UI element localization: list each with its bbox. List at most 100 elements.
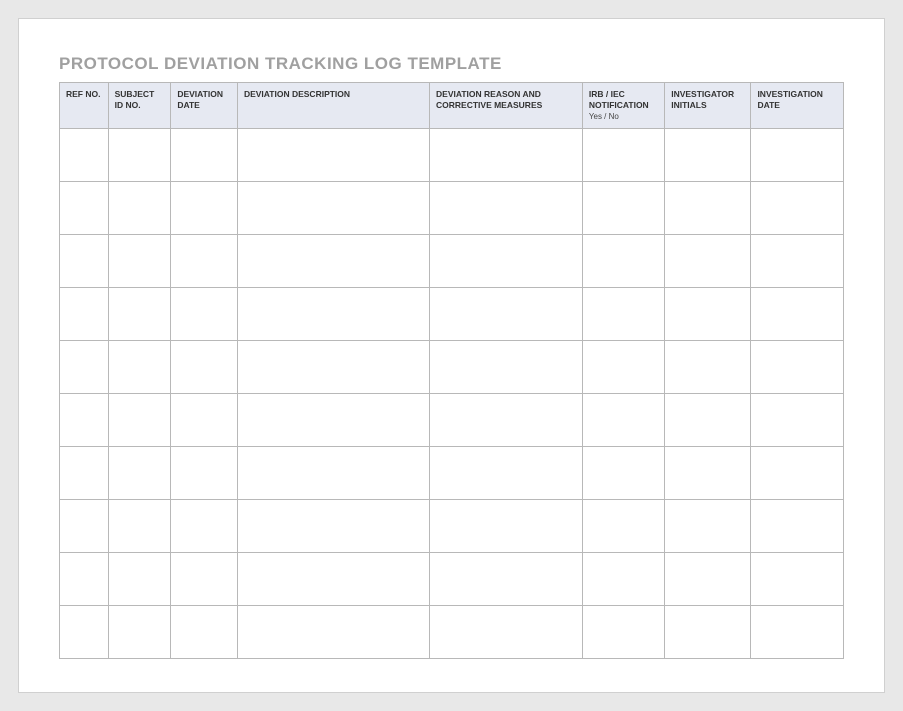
table-body	[60, 129, 844, 659]
col-header-investigator-initials: INVESTIGATOR INITIALS	[665, 83, 751, 129]
table-cell	[108, 182, 171, 235]
col-header-ref-no: REF NO.	[60, 83, 109, 129]
col-header-deviation-description: DEVIATION DESCRIPTION	[237, 83, 429, 129]
table-cell	[582, 447, 664, 500]
table-cell	[60, 606, 109, 659]
table-cell	[237, 182, 429, 235]
table-cell	[665, 394, 751, 447]
table-cell	[665, 341, 751, 394]
table-cell	[237, 500, 429, 553]
table-cell	[171, 129, 238, 182]
table-cell	[430, 235, 583, 288]
table-cell	[237, 447, 429, 500]
table-row	[60, 447, 844, 500]
table-cell	[665, 606, 751, 659]
table-cell	[582, 553, 664, 606]
table-cell	[237, 129, 429, 182]
document-page: PROTOCOL DEVIATION TRACKING LOG TEMPLATE…	[18, 18, 885, 693]
col-header-label: DEVIATION DESCRIPTION	[244, 89, 350, 99]
table-cell	[582, 129, 664, 182]
table-cell	[108, 341, 171, 394]
table-cell	[430, 394, 583, 447]
table-row	[60, 553, 844, 606]
table-cell	[582, 606, 664, 659]
col-header-label: INVESTIGATION DATE	[757, 89, 823, 110]
table-cell	[171, 182, 238, 235]
table-cell	[237, 394, 429, 447]
col-header-deviation-reason: DEVIATION REASON AND CORRECTIVE MEASURES	[430, 83, 583, 129]
col-header-label: INVESTIGATOR INITIALS	[671, 89, 734, 110]
table-cell	[582, 235, 664, 288]
table-cell	[751, 288, 844, 341]
col-header-irb-notification: IRB / IEC NOTIFICATION Yes / No	[582, 83, 664, 129]
table-cell	[582, 288, 664, 341]
table-cell	[665, 447, 751, 500]
table-cell	[171, 606, 238, 659]
table-cell	[751, 235, 844, 288]
table-cell	[430, 553, 583, 606]
table-cell	[108, 288, 171, 341]
table-row	[60, 129, 844, 182]
table-cell	[430, 447, 583, 500]
col-header-label: REF NO.	[66, 89, 100, 99]
table-cell	[430, 500, 583, 553]
table-cell	[751, 341, 844, 394]
table-cell	[751, 606, 844, 659]
table-cell	[665, 500, 751, 553]
table-cell	[60, 288, 109, 341]
table-cell	[171, 500, 238, 553]
table-cell	[582, 394, 664, 447]
table-cell	[430, 182, 583, 235]
table-cell	[171, 235, 238, 288]
table-cell	[171, 447, 238, 500]
table-cell	[60, 394, 109, 447]
col-header-label: SUBJECT ID NO.	[115, 89, 155, 110]
table-cell	[108, 500, 171, 553]
table-cell	[171, 288, 238, 341]
table-cell	[108, 553, 171, 606]
table-cell	[60, 129, 109, 182]
table-cell	[582, 500, 664, 553]
table-cell	[430, 341, 583, 394]
table-cell	[665, 553, 751, 606]
page-title: PROTOCOL DEVIATION TRACKING LOG TEMPLATE	[59, 54, 844, 74]
col-header-sublabel: Yes / No	[589, 112, 658, 122]
col-header-label: DEVIATION REASON AND CORRECTIVE MEASURES	[436, 89, 542, 110]
table-cell	[751, 394, 844, 447]
table-cell	[108, 606, 171, 659]
col-header-subject-id: SUBJECT ID NO.	[108, 83, 171, 129]
table-cell	[60, 182, 109, 235]
tracking-log-table: REF NO. SUBJECT ID NO. DEVIATION DATE DE…	[59, 82, 844, 659]
table-cell	[751, 553, 844, 606]
table-header-row: REF NO. SUBJECT ID NO. DEVIATION DATE DE…	[60, 83, 844, 129]
table-cell	[430, 606, 583, 659]
table-cell	[108, 129, 171, 182]
table-cell	[665, 235, 751, 288]
table-row	[60, 606, 844, 659]
table-cell	[582, 182, 664, 235]
table-cell	[108, 235, 171, 288]
table-cell	[430, 129, 583, 182]
table-cell	[665, 129, 751, 182]
table-row	[60, 288, 844, 341]
col-header-investigation-date: INVESTIGATION DATE	[751, 83, 844, 129]
col-header-label: IRB / IEC NOTIFICATION	[589, 89, 649, 110]
table-cell	[582, 341, 664, 394]
table-cell	[60, 341, 109, 394]
table-cell	[60, 235, 109, 288]
table-cell	[237, 235, 429, 288]
table-cell	[171, 553, 238, 606]
table-cell	[60, 500, 109, 553]
table-row	[60, 182, 844, 235]
table-cell	[171, 341, 238, 394]
table-cell	[237, 606, 429, 659]
col-header-label: DEVIATION DATE	[177, 89, 223, 110]
table-cell	[237, 341, 429, 394]
table-cell	[751, 500, 844, 553]
table-cell	[665, 182, 751, 235]
table-cell	[665, 288, 751, 341]
table-cell	[108, 394, 171, 447]
table-cell	[237, 288, 429, 341]
col-header-deviation-date: DEVIATION DATE	[171, 83, 238, 129]
table-row	[60, 235, 844, 288]
